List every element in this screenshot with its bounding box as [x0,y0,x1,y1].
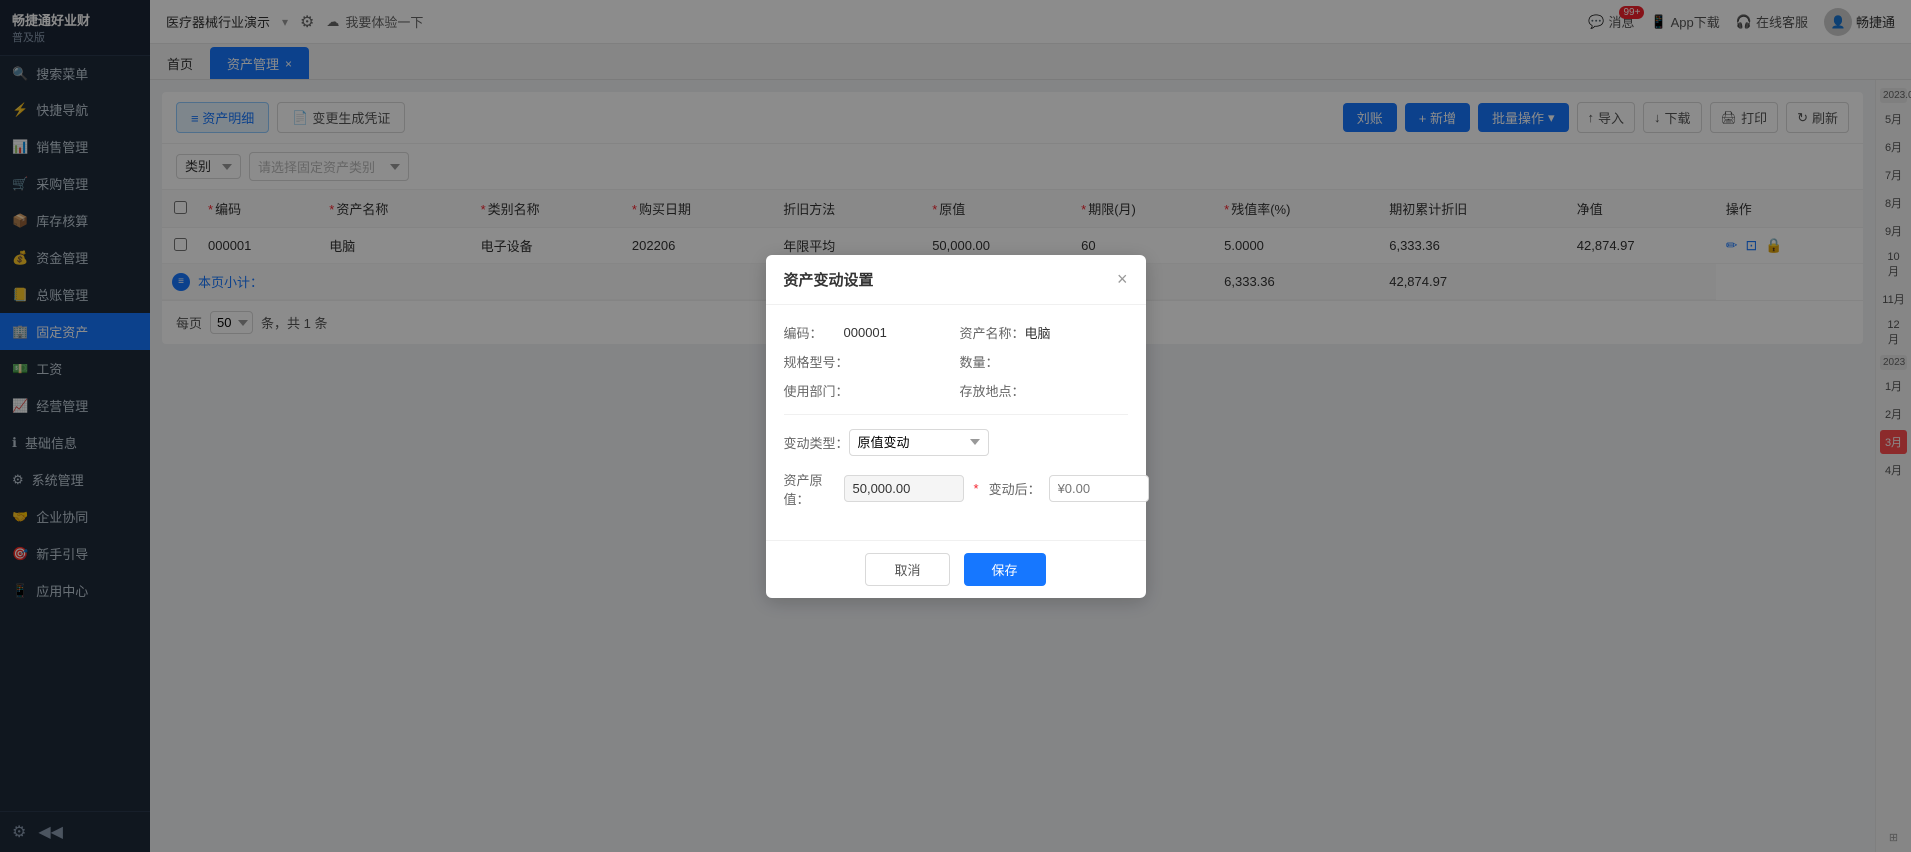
modal-title: 资产变动设置 [784,269,874,290]
modal-quantity-label: 数量： [960,352,1020,371]
modal-after-change-required-star: * [974,481,979,496]
modal-code-value: 000001 [844,325,887,340]
modal-info-grid: 编码： 000001 资产名称： 电脑 规格型号： 数量： 使用部门： [784,323,1128,400]
asset-change-modal: 资产变动设置 × 编码： 000001 资产名称： 电脑 规格型号： 数量： [766,255,1146,598]
modal-code-label: 编码： [784,323,844,342]
modal-location-item: 存放地点： [960,381,1128,400]
modal-change-type-label: 变动类型： [784,433,849,452]
modal-code-item: 编码： 000001 [784,323,952,342]
modal-save-btn[interactable]: 保存 [964,553,1046,586]
modal-original-value-field: 资产原值： * 变动后： [784,470,1128,508]
modal-department-label: 使用部门： [784,381,849,400]
modal-location-label: 存放地点： [960,381,1025,400]
modal-overlay: 资产变动设置 × 编码： 000001 资产名称： 电脑 规格型号： 数量： [0,0,1911,852]
modal-department-item: 使用部门： [784,381,952,400]
modal-quantity-item: 数量： [960,352,1128,371]
modal-original-value-input[interactable] [844,475,964,502]
modal-spec-item: 规格型号： [784,352,952,371]
modal-header: 资产变动设置 × [766,255,1146,305]
modal-change-type-field: 变动类型： 原值变动 [784,429,1128,456]
modal-after-change-label: 变动后： [989,479,1049,498]
modal-name-label: 资产名称： [960,323,1025,342]
modal-after-change-input[interactable] [1049,475,1149,502]
modal-cancel-btn[interactable]: 取消 [865,553,949,586]
modal-close-btn[interactable]: × [1117,270,1128,288]
modal-divider [784,414,1128,415]
modal-body: 编码： 000001 资产名称： 电脑 规格型号： 数量： 使用部门： [766,305,1146,540]
modal-change-type-select[interactable]: 原值变动 [849,429,989,456]
modal-change-type-wrapper: 原值变动 [849,429,1128,456]
modal-footer: 取消 保存 [766,540,1146,598]
modal-spec-label: 规格型号： [784,352,849,371]
modal-name-item: 资产名称： 电脑 [960,323,1128,342]
modal-original-value-label: 资产原值： [784,470,844,508]
modal-name-value: 电脑 [1025,323,1051,342]
